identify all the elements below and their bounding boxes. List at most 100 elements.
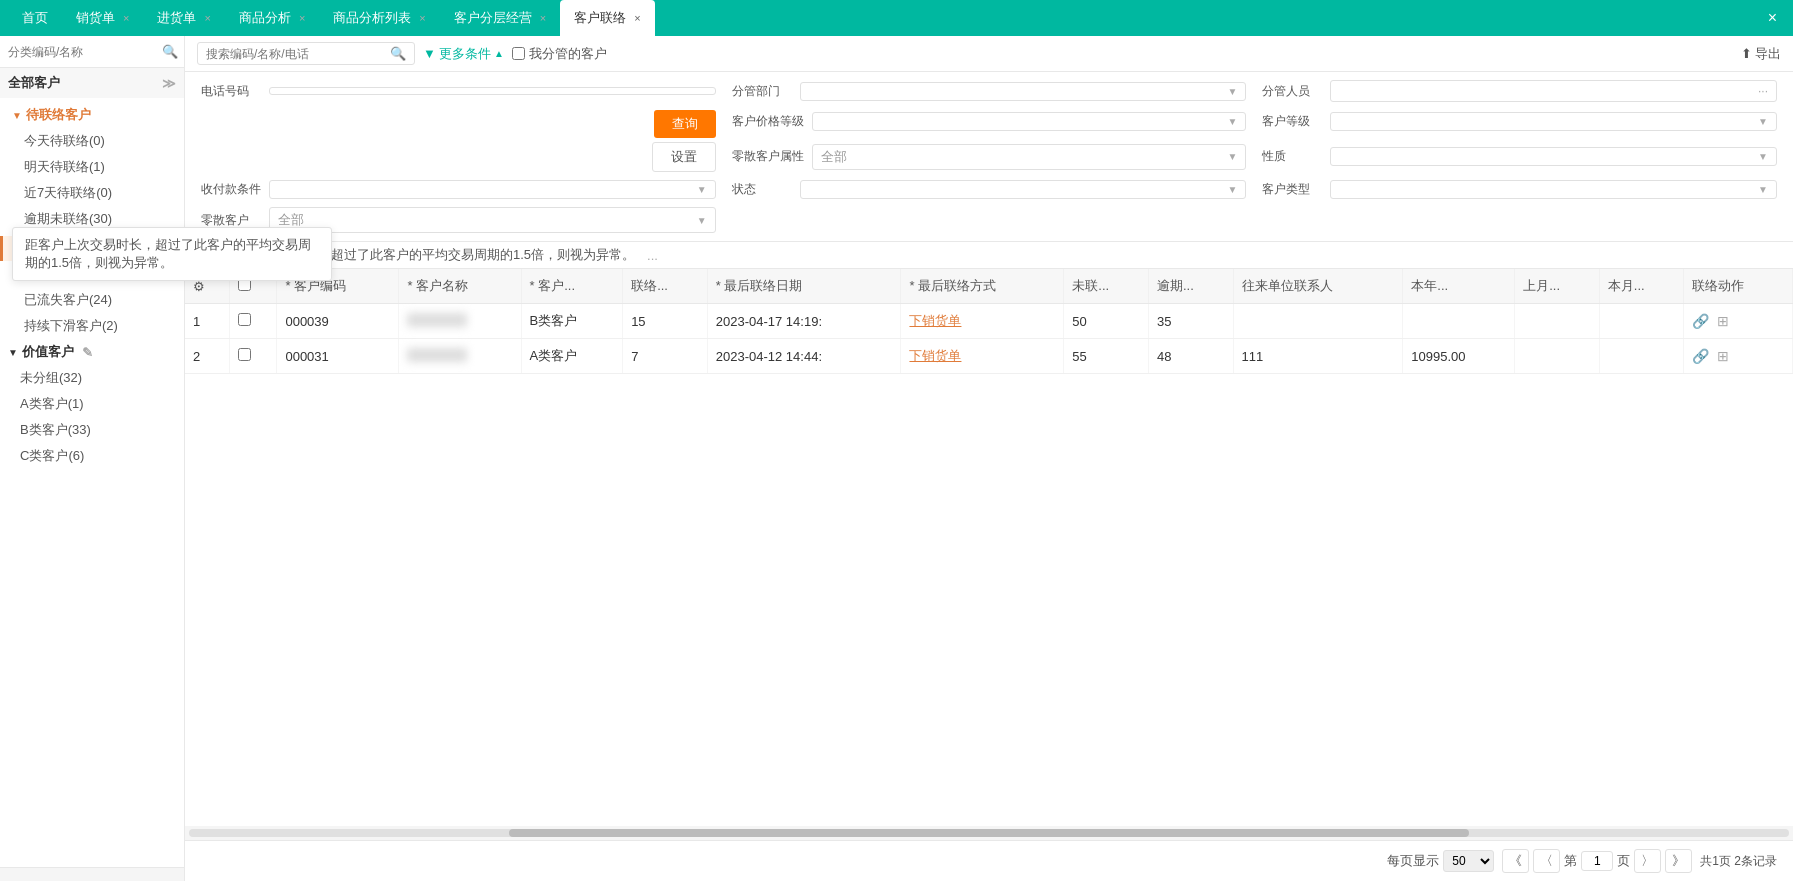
pending-contact-group-title[interactable]: ▼ 待联络客户 xyxy=(0,102,184,128)
next-page-btn[interactable]: 〉 xyxy=(1634,849,1661,873)
tooltip-bar: 距客户上次交易时长，超过了此客户的平均交易周期的1.5倍，则视为异常。 ... xyxy=(185,242,1793,269)
my-customers-checkbox[interactable]: 我分管的客户 xyxy=(512,45,607,63)
th-name[interactable]: * 客户名称 xyxy=(399,269,521,304)
branch-dept-select[interactable]: ▼ xyxy=(800,82,1247,101)
export-button[interactable]: ⬆ 导出 xyxy=(1741,45,1781,63)
last-page-btn[interactable]: 》 xyxy=(1665,849,1692,873)
close-sales-tab[interactable]: × xyxy=(123,0,129,36)
payment-select[interactable]: ▼ xyxy=(269,180,716,199)
more-conditions-btn[interactable]: ▼ 更多条件 ▲ xyxy=(423,45,504,63)
retail-attr-select[interactable]: 全部 ▼ xyxy=(812,144,1247,170)
nav-item-analysis-list[interactable]: 商品分析列表 × xyxy=(319,0,439,36)
query-button[interactable]: 查询 xyxy=(654,110,716,138)
customer-type-select[interactable]: ▼ xyxy=(1330,180,1777,199)
row2-grid-icon[interactable]: ⊞ xyxy=(1717,348,1729,364)
nav-item-home[interactable]: 首页 xyxy=(8,0,62,36)
th-last-month[interactable]: 上月... xyxy=(1515,269,1600,304)
nav-item-sales[interactable]: 销货单 × xyxy=(62,0,143,36)
row2-unlisted: 55 xyxy=(1064,339,1149,374)
th-last-contact-method[interactable]: * 最后联络方式 xyxy=(901,269,1064,304)
per-page-select[interactable]: 50 100 xyxy=(1443,850,1494,872)
gender-select[interactable]: ▼ xyxy=(1330,147,1777,166)
th-this-month[interactable]: 本月... xyxy=(1599,269,1684,304)
sidebar-item-tomorrow[interactable]: 明天待联络(1) xyxy=(0,154,184,180)
horizontal-scroll[interactable] xyxy=(185,826,1793,840)
prev-page-btn[interactable]: 〈 xyxy=(1533,849,1560,873)
status-arrow: ▼ xyxy=(1227,184,1237,195)
row1-overdue: 35 xyxy=(1148,304,1233,339)
settings-button[interactable]: 设置 xyxy=(652,142,716,172)
row2-last-contact-method[interactable]: 下销货单 xyxy=(901,339,1064,374)
row1-grid-icon[interactable]: ⊞ xyxy=(1717,313,1729,329)
close-window-button[interactable]: × xyxy=(1760,9,1785,27)
per-page-selector: 每页显示 50 100 xyxy=(1387,850,1494,872)
sidebar-item-b-class[interactable]: B类客户(33) xyxy=(0,417,184,443)
my-customers-check[interactable] xyxy=(512,47,525,60)
value-group-edit-icon[interactable]: ✎ xyxy=(82,345,93,360)
branch-person-more[interactable]: ··· xyxy=(1758,84,1768,98)
th-contact-count[interactable]: 联络... xyxy=(623,269,708,304)
first-page-btn[interactable]: 《 xyxy=(1502,849,1529,873)
nav-item-customer-contact[interactable]: 客户联络 × xyxy=(560,0,654,36)
filter-phone: 电话号码 xyxy=(201,80,716,102)
top-navigation: 首页 销货单 × 进货单 × 商品分析 × 商品分析列表 × 客户分层经营 × … xyxy=(0,0,1793,36)
pagination-controls: 《 〈 第 页 〉 》 xyxy=(1502,849,1692,873)
th-last-contact-date[interactable]: * 最后联络日期 xyxy=(707,269,901,304)
retail-customer-arrow: ▼ xyxy=(697,215,707,226)
sidebar-search-input[interactable] xyxy=(8,45,158,59)
row1-link-icon[interactable]: 🔗 xyxy=(1692,313,1709,329)
sidebar-item-declining[interactable]: 持续下滑客户(2) xyxy=(0,313,184,339)
sidebar-item-a-class[interactable]: A类客户(1) xyxy=(0,391,184,417)
scroll-thumb[interactable] xyxy=(509,829,1469,837)
main-search-icon[interactable]: 🔍 xyxy=(390,46,406,61)
customer-grade-select[interactable]: ▼ xyxy=(1330,112,1777,131)
pending-contact-group: ▼ 待联络客户 今天待联络(0) 明天待联络(1) 近7天待联络(0) 逾期未联… xyxy=(0,98,184,236)
th-actions: 联络动作 xyxy=(1684,269,1793,304)
th-overdue[interactable]: 逾期... xyxy=(1148,269,1233,304)
sidebar-collapse-icon[interactable]: ≫ xyxy=(162,76,176,91)
export-icon: ⬆ xyxy=(1741,46,1752,61)
retail-customer-select[interactable]: 全部 ▼ xyxy=(269,207,716,233)
row2-action-icons: 🔗 ⊞ xyxy=(1692,348,1784,364)
row1-check[interactable] xyxy=(238,313,251,326)
sidebar-scroll-bottom xyxy=(0,867,184,881)
nav-item-customer-tier[interactable]: 客户分层经营 × xyxy=(440,0,560,36)
row2-checkbox[interactable] xyxy=(230,339,277,374)
th-unlisted[interactable]: 未联... xyxy=(1064,269,1149,304)
th-customer-type[interactable]: * 客户... xyxy=(521,269,623,304)
th-contact-person[interactable]: 往来单位联系人 xyxy=(1233,269,1403,304)
customer-grade-arrow: ▼ xyxy=(1758,116,1768,127)
branch-person-select[interactable]: ··· xyxy=(1330,80,1777,102)
price-grade-select[interactable]: ▼ xyxy=(812,112,1247,131)
pending-arrow-icon: ▼ xyxy=(12,110,22,121)
value-group-title[interactable]: ▼ 价值客户 ✎ xyxy=(0,339,184,365)
tooltip-more-btn[interactable]: ... xyxy=(647,248,658,263)
close-analysis-list-tab[interactable]: × xyxy=(419,0,425,36)
close-purchase-tab[interactable]: × xyxy=(204,0,210,36)
row2-contact-count: 7 xyxy=(623,339,708,374)
close-customer-contact-tab[interactable]: × xyxy=(634,0,640,36)
sidebar-item-ungroups[interactable]: 未分组(32) xyxy=(0,365,184,391)
main-search-input[interactable] xyxy=(206,47,386,61)
row2-link-icon[interactable]: 🔗 xyxy=(1692,348,1709,364)
row1-last-contact-method[interactable]: 下销货单 xyxy=(901,304,1064,339)
nav-item-analysis[interactable]: 商品分析 × xyxy=(225,0,319,36)
th-year-amount[interactable]: 本年... xyxy=(1403,269,1515,304)
close-customer-tier-tab[interactable]: × xyxy=(540,0,546,36)
sidebar-item-churned[interactable]: 已流失客户(24) xyxy=(0,287,184,313)
row1-checkbox[interactable] xyxy=(230,304,277,339)
phone-input[interactable] xyxy=(269,87,716,95)
sidebar-item-today[interactable]: 今天待联络(0) xyxy=(0,128,184,154)
page-number-input[interactable] xyxy=(1581,851,1613,871)
row1-contact-count: 15 xyxy=(623,304,708,339)
sidebar-search-icon[interactable]: 🔍 xyxy=(162,44,178,59)
sidebar-item-7days[interactable]: 近7天待联络(0) xyxy=(0,180,184,206)
sidebar: 🔍 全部客户 ≫ ▼ 待联络客户 今天待联络(0) 明天待联络(1) 近7天待联… xyxy=(0,36,185,881)
nav-item-purchase[interactable]: 进货单 × xyxy=(143,0,224,36)
status-select[interactable]: ▼ xyxy=(800,180,1247,199)
sidebar-item-c-class[interactable]: C类客户(6) xyxy=(0,443,184,469)
close-analysis-tab[interactable]: × xyxy=(299,0,305,36)
row2-check[interactable] xyxy=(238,348,251,361)
scroll-track[interactable] xyxy=(189,829,1789,837)
gender-arrow: ▼ xyxy=(1758,151,1768,162)
